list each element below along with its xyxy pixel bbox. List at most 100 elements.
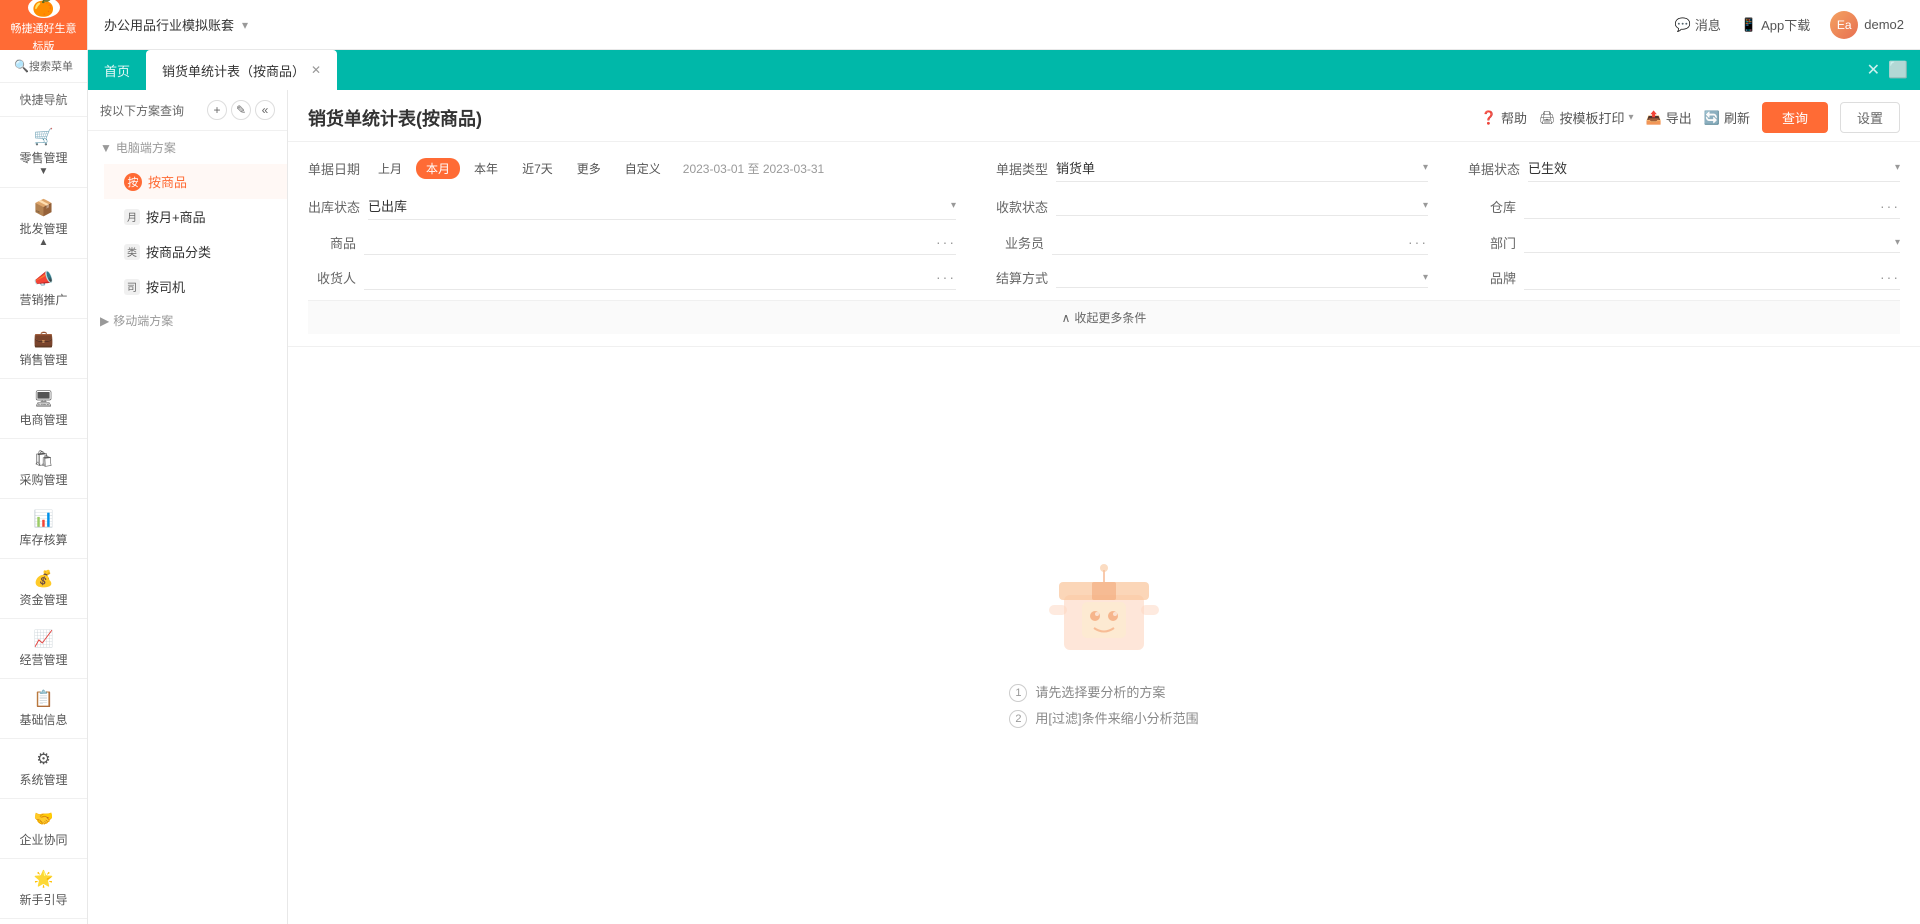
collect-status-control[interactable]: ▾ xyxy=(1056,196,1428,216)
sidebar-item-retail[interactable]: 🛒 零售管理 ▼ xyxy=(0,117,87,188)
settings-btn[interactable]: 设置 xyxy=(1840,102,1900,133)
query-btn[interactable]: 查询 xyxy=(1762,102,1828,133)
date-tab-this-month[interactable]: 本月 xyxy=(416,158,460,179)
refresh-btn[interactable]: 🔄 刷新 xyxy=(1704,108,1750,127)
dept-label: 部门 xyxy=(1468,233,1524,252)
tree-item-by-month[interactable]: 月 按月+商品 xyxy=(104,199,287,234)
sidebar-item-system[interactable]: ⚙ 系统管理 xyxy=(0,739,87,799)
sidebar-item-sales[interactable]: 💼 销售管理 xyxy=(0,319,87,379)
consignee-control[interactable]: ··· xyxy=(364,265,956,290)
tab-close-window[interactable]: ✕ xyxy=(1867,60,1880,80)
sidebar-item-guide[interactable]: 🌟 新手引导 xyxy=(0,859,87,919)
salesman-label: 业务员 xyxy=(996,233,1052,252)
date-tab-more[interactable]: 更多 xyxy=(567,158,611,179)
tree-section-mobile[interactable]: ▶ 移动端方案 xyxy=(88,304,287,337)
date-tab-custom[interactable]: 自定义 xyxy=(615,158,671,179)
filter-out-status: 出库状态 已出库 ▾ xyxy=(308,192,956,220)
sidebar-item-purchase[interactable]: 🛍 采购管理 xyxy=(0,439,87,499)
tab-home[interactable]: 首页 xyxy=(88,50,146,90)
by-month-icon: 月 xyxy=(124,209,140,225)
doc-status-control[interactable]: 已生效 ▾ xyxy=(1528,154,1900,182)
sidebar-item-basic[interactable]: 📋 基础信息 xyxy=(0,679,87,739)
topbar-right: 💬 消息 📱 App下载 Ea demo2 xyxy=(1675,11,1904,39)
add-scheme-btn[interactable]: + xyxy=(207,100,227,120)
brand-label: 品牌 xyxy=(1468,268,1524,287)
sidebar-item-ecommerce[interactable]: 🖥 电商管理 xyxy=(0,379,87,439)
tree-item-by-product[interactable]: 按 按商品 xyxy=(104,164,287,199)
purchase-label: 采购管理 xyxy=(19,471,67,488)
sidebar-item-inventory[interactable]: 📊 库存核算 xyxy=(0,499,87,559)
page-header: 销货单统计表(按商品) ❓ 帮助 🖨 按模板打印 ▾ 📤 导出 xyxy=(288,90,1920,142)
logo-text: 畅捷通好生意 xyxy=(11,20,77,36)
content-area: 按以下方案查询 + ✎ « ▼ 电脑端方案 xyxy=(88,90,1920,924)
warehouse-control[interactable]: ··· xyxy=(1524,194,1900,219)
search-icon: 🔍 xyxy=(14,59,29,73)
sidebar-item-enterprise[interactable]: 🤝 企业协同 xyxy=(0,799,87,859)
template-print-btn[interactable]: 🖨 按模板打印 ▾ xyxy=(1539,108,1634,127)
sidebar-item-operations[interactable]: 📈 经营管理 xyxy=(0,619,87,679)
sidebar-logo: 🍊 畅捷通好生意 标版 xyxy=(0,0,88,50)
product-dots: ··· xyxy=(936,234,956,250)
tab-close-icon[interactable]: ✕ xyxy=(311,63,321,77)
finance-icon: 💰 xyxy=(34,569,54,589)
settlement-control[interactable]: ▾ xyxy=(1056,268,1428,288)
date-tab-last-month[interactable]: 上月 xyxy=(368,158,412,179)
tree-section-pc[interactable]: ▼ 电脑端方案 xyxy=(88,131,287,164)
wholesale-arrow: ▲ xyxy=(39,237,49,248)
tab-maximize[interactable]: ⬜ xyxy=(1888,60,1908,80)
tabbar-actions: ✕ ⬜ xyxy=(1867,60,1920,80)
date-label: 单据日期 xyxy=(308,159,368,178)
dept-control[interactable]: ▾ xyxy=(1524,233,1900,253)
brand-control[interactable]: ··· xyxy=(1524,265,1900,290)
message-btn[interactable]: 💬 消息 xyxy=(1675,15,1721,34)
sidebar-item-wholesale[interactable]: 📦 批发管理 ▲ xyxy=(0,188,87,259)
topbar-dropdown[interactable]: ▾ xyxy=(242,18,248,32)
tree-item-by-category[interactable]: 类 按商品分类 xyxy=(104,234,287,269)
left-panel: 按以下方案查询 + ✎ « ▼ 电脑端方案 xyxy=(88,90,288,924)
step-2-text: 用[过滤]条件来缩小分析范围 xyxy=(1035,706,1198,732)
edit-scheme-btn[interactable]: ✎ xyxy=(231,100,251,120)
sidebar-item-finance[interactable]: 💰 资金管理 xyxy=(0,559,87,619)
date-tab-7days[interactable]: 近7天 xyxy=(512,158,563,179)
page-title: 销货单统计表(按商品) xyxy=(308,105,1481,131)
filter-date: 单据日期 上月 本月 本年 近7天 更多 自定义 2023-03-01 至 20… xyxy=(308,158,956,179)
by-category-icon: 类 xyxy=(124,244,140,260)
salesman-control[interactable]: ··· xyxy=(1052,230,1428,255)
out-status-control[interactable]: 已出库 ▾ xyxy=(368,192,956,220)
topbar-left: 办公用品行业模拟账套 ▾ xyxy=(104,15,248,34)
logo-icon: 🍊 xyxy=(28,0,60,18)
system-label: 系统管理 xyxy=(19,771,67,788)
edit-icon: ✎ xyxy=(236,103,246,117)
sidebar-item-apps[interactable]: 🔲 应用中心 xyxy=(0,919,87,924)
sidebar-quick-nav[interactable]: 快捷导航 xyxy=(0,83,87,117)
retail-icon: 🛒 xyxy=(34,127,54,147)
sales-label: 销售管理 xyxy=(19,351,67,368)
filter-product: 商品 ··· xyxy=(308,230,956,255)
export-btn[interactable]: 📤 导出 xyxy=(1646,108,1692,127)
product-control[interactable]: ··· xyxy=(364,230,956,255)
doc-type-control[interactable]: 销货单 ▾ xyxy=(1056,154,1428,182)
tree-item-by-driver[interactable]: 司 按司机 xyxy=(104,269,287,304)
sidebar-search[interactable]: 🔍 搜索菜单 xyxy=(0,50,87,83)
system-icon: ⚙ xyxy=(36,749,50,769)
help-icon: ❓ xyxy=(1481,110,1497,126)
sidebar-item-marketing[interactable]: 📣 营销推广 xyxy=(0,259,87,319)
consignee-label: 收货人 xyxy=(308,268,364,287)
tree-pc-expand: ▼ xyxy=(100,141,112,155)
collapse-bar[interactable]: ∧ 收起更多条件 xyxy=(308,300,1900,334)
filter-area: 单据日期 上月 本月 本年 近7天 更多 自定义 2023-03-01 至 20… xyxy=(288,142,1920,347)
step-2-num: 2 xyxy=(1009,710,1027,728)
filter-doc-type: 单据类型 销货单 ▾ xyxy=(996,154,1428,182)
tab-sales[interactable]: 销货单统计表（按商品） ✕ xyxy=(146,50,337,90)
tree-pc-items: 按 按商品 月 按月+商品 类 按商品分类 司 按司机 xyxy=(88,164,287,304)
collapse-panel-btn[interactable]: « xyxy=(255,100,275,120)
user-menu[interactable]: Ea demo2 xyxy=(1830,11,1904,39)
app-download-btn[interactable]: 📱 App下载 xyxy=(1741,15,1810,34)
by-product-label: 按商品 xyxy=(148,172,187,191)
tree-pc-label: 电脑端方案 xyxy=(116,139,176,156)
help-btn[interactable]: ❓ 帮助 xyxy=(1481,108,1527,127)
date-tab-this-year[interactable]: 本年 xyxy=(464,158,508,179)
print-icon: 🖨 xyxy=(1539,110,1556,126)
marketing-label: 营销推广 xyxy=(19,291,67,308)
topbar-title: 办公用品行业模拟账套 xyxy=(104,15,234,34)
